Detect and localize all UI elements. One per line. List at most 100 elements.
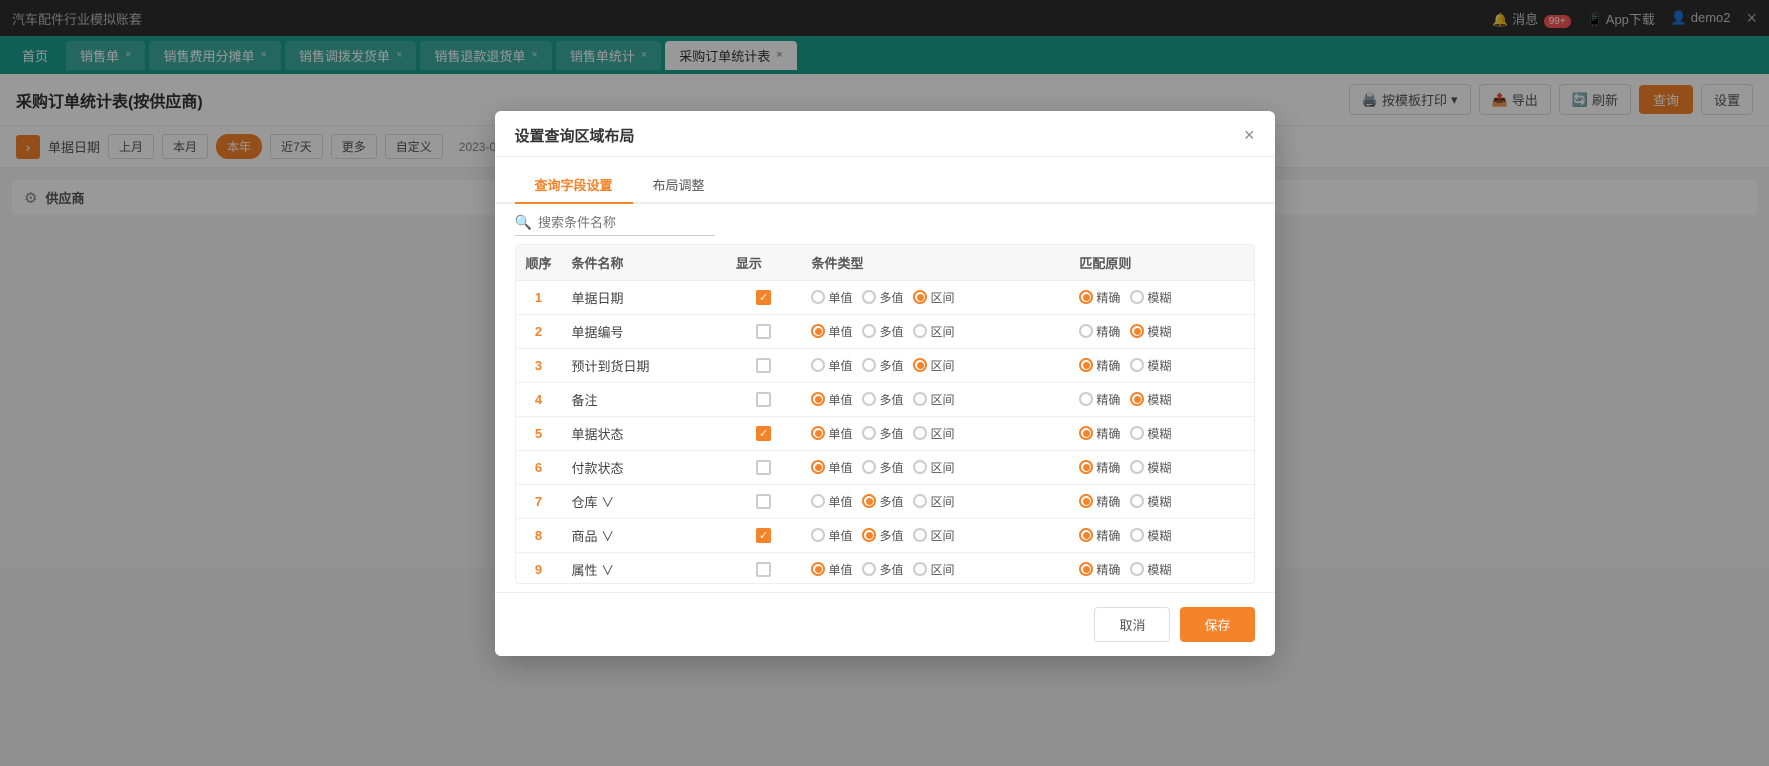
radio-label: 模糊 bbox=[1147, 289, 1171, 306]
match-radio-模糊[interactable]: 模糊 bbox=[1130, 357, 1171, 374]
row-show-checkbox[interactable]: ✓ bbox=[726, 280, 802, 314]
type-radio-区间[interactable]: 区间 bbox=[913, 527, 954, 544]
match-radio-精确[interactable]: 精确 bbox=[1079, 289, 1120, 306]
row-show-checkbox[interactable]: ✓ bbox=[726, 416, 802, 450]
row-show-checkbox[interactable] bbox=[726, 484, 802, 518]
radio-label: 多值 bbox=[879, 289, 903, 306]
save-btn[interactable]: 保存 bbox=[1180, 607, 1254, 642]
type-radio-区间[interactable]: 区间 bbox=[913, 493, 954, 510]
table-row: 7仓库 ∨单值多值区间精确模糊 bbox=[516, 484, 1254, 518]
cancel-btn[interactable]: 取消 bbox=[1094, 607, 1170, 642]
checkbox[interactable] bbox=[756, 392, 771, 407]
row-show-checkbox[interactable] bbox=[726, 552, 802, 584]
radio-circle bbox=[811, 528, 825, 542]
type-radio-多值[interactable]: 多值 bbox=[862, 425, 903, 442]
radio-circle bbox=[1130, 358, 1144, 372]
radio-label: 模糊 bbox=[1147, 561, 1171, 578]
radio-circle bbox=[913, 392, 927, 406]
match-radio-模糊[interactable]: 模糊 bbox=[1130, 289, 1171, 306]
modal-tab-query[interactable]: 查询字段设置 bbox=[515, 167, 633, 204]
type-radio-单值[interactable]: 单值 bbox=[811, 527, 852, 544]
radio-circle bbox=[1079, 460, 1093, 474]
checkbox[interactable]: ✓ bbox=[756, 290, 771, 305]
match-radio-模糊[interactable]: 模糊 bbox=[1130, 459, 1171, 476]
checkbox[interactable]: ✓ bbox=[756, 528, 771, 543]
match-radio-精确[interactable]: 精确 bbox=[1079, 425, 1120, 442]
type-radio-区间[interactable]: 区间 bbox=[913, 425, 954, 442]
match-radio-精确[interactable]: 精确 bbox=[1079, 323, 1120, 340]
type-radio-单值[interactable]: 单值 bbox=[811, 561, 852, 578]
type-radio-区间[interactable]: 区间 bbox=[913, 459, 954, 476]
radio-label: 多值 bbox=[879, 459, 903, 476]
modal-tabs: 查询字段设置 布局调整 bbox=[495, 157, 1275, 204]
checkbox[interactable] bbox=[756, 494, 771, 509]
match-radio-精确[interactable]: 精确 bbox=[1079, 493, 1120, 510]
type-radio-多值[interactable]: 多值 bbox=[862, 527, 903, 544]
type-radio-单值[interactable]: 单值 bbox=[811, 357, 852, 374]
modal-tab-layout[interactable]: 布局调整 bbox=[633, 167, 725, 204]
type-radio-单值[interactable]: 单值 bbox=[811, 289, 852, 306]
type-radio-单值[interactable]: 单值 bbox=[811, 391, 852, 408]
radio-label: 精确 bbox=[1096, 493, 1120, 510]
type-radio-多值[interactable]: 多值 bbox=[862, 493, 903, 510]
match-radio-模糊[interactable]: 模糊 bbox=[1130, 561, 1171, 578]
checkbox[interactable] bbox=[756, 562, 771, 577]
type-radio-区间[interactable]: 区间 bbox=[913, 391, 954, 408]
match-radio-模糊[interactable]: 模糊 bbox=[1130, 391, 1171, 408]
row-match: 精确模糊 bbox=[1069, 518, 1253, 552]
row-show-checkbox[interactable]: ✓ bbox=[726, 518, 802, 552]
match-radio-精确[interactable]: 精确 bbox=[1079, 391, 1120, 408]
row-order: 8 bbox=[516, 518, 562, 552]
checkbox[interactable] bbox=[756, 460, 771, 475]
match-radio-精确[interactable]: 精确 bbox=[1079, 459, 1120, 476]
row-show-checkbox[interactable] bbox=[726, 450, 802, 484]
table-row: 6付款状态单值多值区间精确模糊 bbox=[516, 450, 1254, 484]
type-radio-单值[interactable]: 单值 bbox=[811, 425, 852, 442]
match-radio-模糊[interactable]: 模糊 bbox=[1130, 527, 1171, 544]
row-name: 备注 bbox=[562, 382, 726, 416]
match-radio-模糊[interactable]: 模糊 bbox=[1130, 425, 1171, 442]
match-radio-精确[interactable]: 精确 bbox=[1079, 357, 1120, 374]
type-radio-多值[interactable]: 多值 bbox=[862, 391, 903, 408]
type-radio-多值[interactable]: 多值 bbox=[862, 323, 903, 340]
checkbox[interactable]: ✓ bbox=[756, 426, 771, 441]
type-radio-多值[interactable]: 多值 bbox=[862, 289, 903, 306]
match-radio-模糊[interactable]: 模糊 bbox=[1130, 493, 1171, 510]
row-show-checkbox[interactable] bbox=[726, 314, 802, 348]
radio-label: 多值 bbox=[879, 425, 903, 442]
radio-label: 单值 bbox=[828, 391, 852, 408]
row-type: 单值 多值区间 bbox=[801, 416, 1069, 450]
type-radio-多值[interactable]: 多值 bbox=[862, 561, 903, 578]
match-radio-模糊[interactable]: 模糊 bbox=[1130, 323, 1171, 340]
row-order: 6 bbox=[516, 450, 562, 484]
type-radio-区间[interactable]: 区间 bbox=[913, 289, 954, 306]
radio-circle bbox=[862, 290, 876, 304]
type-radio-多值[interactable]: 多值 bbox=[862, 459, 903, 476]
row-show-checkbox[interactable] bbox=[726, 348, 802, 382]
type-radio-多值[interactable]: 多值 bbox=[862, 357, 903, 374]
type-radio-区间[interactable]: 区间 bbox=[913, 357, 954, 374]
table-row: 4备注单值多值区间精确模糊 bbox=[516, 382, 1254, 416]
row-order: 1 bbox=[516, 280, 562, 314]
checkbox[interactable] bbox=[756, 324, 771, 339]
modal-close-btn[interactable]: × bbox=[1244, 125, 1255, 146]
row-name: 单据状态 bbox=[562, 416, 726, 450]
type-radio-区间[interactable]: 区间 bbox=[913, 561, 954, 578]
radio-circle bbox=[811, 392, 825, 406]
type-radio-单值[interactable]: 单值 bbox=[811, 323, 852, 340]
row-show-checkbox[interactable] bbox=[726, 382, 802, 416]
search-input[interactable] bbox=[538, 215, 698, 230]
checkbox[interactable] bbox=[756, 358, 771, 373]
type-radio-单值[interactable]: 单值 bbox=[811, 493, 852, 510]
row-match: 精确模糊 bbox=[1069, 484, 1253, 518]
radio-circle bbox=[811, 358, 825, 372]
row-type: 单值 多值区间 bbox=[801, 382, 1069, 416]
type-radio-区间[interactable]: 区间 bbox=[913, 323, 954, 340]
type-radio-单值[interactable]: 单值 bbox=[811, 459, 852, 476]
th-order: 顺序 bbox=[516, 245, 562, 281]
modal-overlay[interactable]: 设置查询区域布局 × 查询字段设置 布局调整 🔍 顺序 条件名称 bbox=[0, 0, 1769, 766]
match-radio-精确[interactable]: 精确 bbox=[1079, 527, 1120, 544]
table-row: 8商品 ∨✓单值多值区间精确模糊 bbox=[516, 518, 1254, 552]
match-radio-精确[interactable]: 精确 bbox=[1079, 561, 1120, 578]
radio-label: 多值 bbox=[879, 391, 903, 408]
